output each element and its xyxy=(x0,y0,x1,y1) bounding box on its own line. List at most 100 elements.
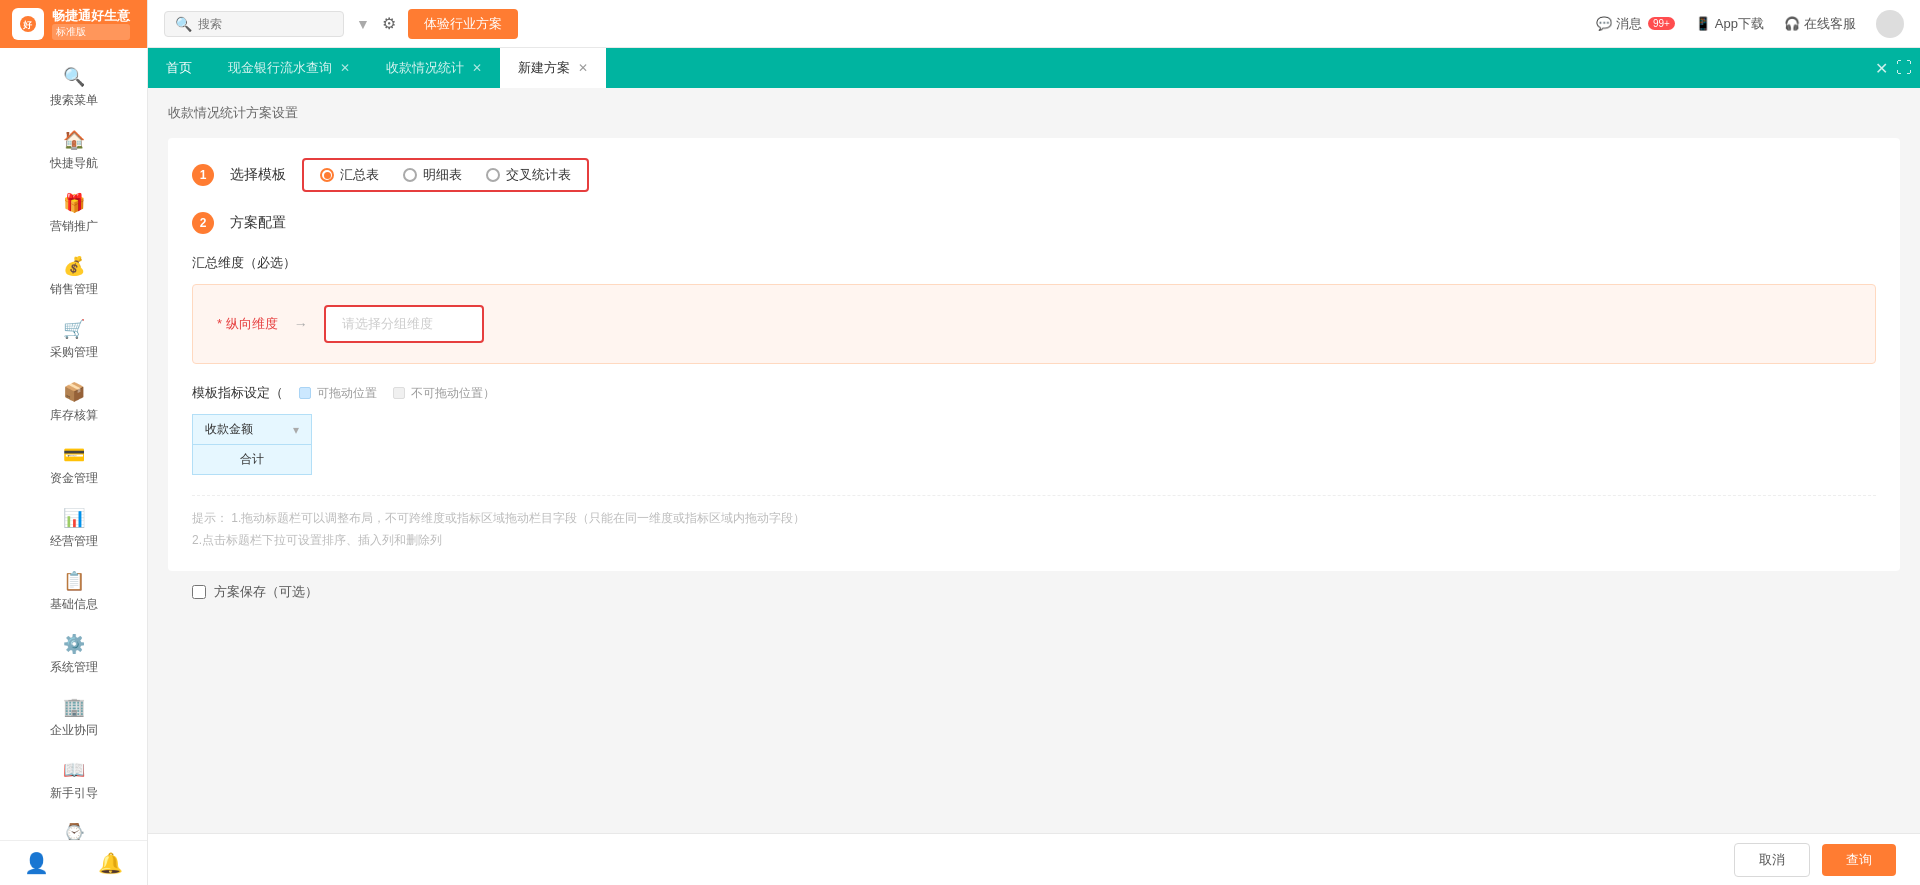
enterprise-icon: 🏢 xyxy=(63,696,85,718)
radio-cross-circle xyxy=(486,168,500,182)
radio-summary-label: 汇总表 xyxy=(340,166,379,184)
service-label: 在线客服 xyxy=(1804,15,1856,33)
sidebar-bottom-icon-right[interactable]: 🔔 xyxy=(98,851,123,875)
cancel-button[interactable]: 取消 xyxy=(1734,843,1810,877)
search-icon: 🔍 xyxy=(175,16,192,32)
user-avatar[interactable] xyxy=(1876,10,1904,38)
step1-badge: 1 xyxy=(192,164,214,186)
sidebar-item-label: 新手引导 xyxy=(50,785,98,802)
message-button[interactable]: 💬 消息 99+ xyxy=(1596,15,1675,33)
legend-draggable-label: 可拖动位置 xyxy=(317,385,377,402)
quick-nav-icon: 🏠 xyxy=(63,129,85,151)
sidebar-item-label: 资金管理 xyxy=(50,470,98,487)
save-plan-checkbox[interactable] xyxy=(192,585,206,599)
sidebar-item-enterprise[interactable]: 🏢 企业协同 xyxy=(0,686,147,749)
dimension-arrow-icon: → xyxy=(294,316,308,332)
radio-detail[interactable]: 明细表 xyxy=(403,166,462,184)
sidebar-item-system[interactable]: ⚙️ 系统管理 xyxy=(0,623,147,686)
sidebar-item-label: 系统管理 xyxy=(50,659,98,676)
tab-bank-flow-close[interactable]: ✕ xyxy=(340,61,350,75)
tab-home[interactable]: 首页 xyxy=(148,48,210,88)
tab-collection-stat-label: 收款情况统计 xyxy=(386,59,464,77)
sidebar-item-search-menu[interactable]: 🔍 搜索菜单 xyxy=(0,56,147,119)
vertical-dim-label: * 纵向维度 xyxy=(217,315,278,333)
topbar-right: 💬 消息 99+ 📱 App下载 🎧 在线客服 xyxy=(1596,10,1904,38)
indicator-config-label: 模板指标设定（ xyxy=(192,384,283,402)
dimension-select[interactable]: 请选择分组维度 xyxy=(324,305,484,343)
step1-label: 选择模板 xyxy=(230,166,286,184)
legend-draggable-dot xyxy=(299,387,311,399)
tips-section: 提示： 1.拖动标题栏可以调整布局，不可跨维度或指标区域拖动栏目字段（只能在同一… xyxy=(192,495,1876,551)
section-card: 1 选择模板 汇总表 明细表 交叉统计表 xyxy=(168,138,1900,571)
sidebar-item-finance[interactable]: 💳 资金管理 xyxy=(0,434,147,497)
radio-summary[interactable]: 汇总表 xyxy=(320,166,379,184)
tab-close-all-icon[interactable]: ✕ xyxy=(1875,59,1888,78)
sidebar-item-label: 经营管理 xyxy=(50,533,98,550)
sidebar-item-quick-nav[interactable]: 🏠 快捷导航 xyxy=(0,119,147,182)
sidebar-item-marketing[interactable]: 🎁 营销推广 xyxy=(0,182,147,245)
stat-group-header[interactable]: 收款金额 ▾ xyxy=(192,414,312,445)
sidebar-logo: 好 畅捷通好生意 标准版 xyxy=(0,0,147,48)
download-button[interactable]: 📱 App下载 xyxy=(1695,15,1764,33)
radio-cross[interactable]: 交叉统计表 xyxy=(486,166,571,184)
sidebar-bottom: 👤 🔔 xyxy=(0,840,147,885)
service-icon: 🎧 xyxy=(1784,16,1800,31)
indicator-section: 模板指标设定（ 可拖动位置 不可拖动位置） xyxy=(192,384,1876,475)
tab-collection-stat-close[interactable]: ✕ xyxy=(472,61,482,75)
tab-collection-stat[interactable]: 收款情况统计 ✕ xyxy=(368,48,500,88)
step2-label: 方案配置 xyxy=(230,214,286,232)
sidebar-item-sales[interactable]: 💰 销售管理 xyxy=(0,245,147,308)
logo-text: 畅捷通好生意 xyxy=(52,8,130,24)
sidebar-item-label: 搜索菜单 xyxy=(50,92,98,109)
tab-bank-flow[interactable]: 现金银行流水查询 ✕ xyxy=(210,48,368,88)
sidebar-item-label: 快捷导航 xyxy=(50,155,98,172)
legend-non-draggable: 不可拖动位置） xyxy=(393,385,495,402)
page-footer: 方案保存（可选） xyxy=(168,571,1900,613)
content-area: 收款情况统计方案设置 1 选择模板 汇总表 明细表 xyxy=(148,88,1920,833)
gear-icon[interactable]: ⚙ xyxy=(382,14,396,33)
stat-group-header-text: 收款金额 xyxy=(205,421,253,438)
tab-new-plan[interactable]: 新建方案 ✕ xyxy=(500,48,606,88)
sidebar-nav: 🔍 搜索菜单 🏠 快捷导航 🎁 营销推广 💰 销售管理 🛒 采购管理 📦 库存核… xyxy=(0,48,147,840)
search-input[interactable] xyxy=(198,17,318,31)
action-bar: 取消 查询 xyxy=(148,833,1920,885)
step2-badge: 2 xyxy=(192,212,214,234)
sidebar-bottom-icon-left[interactable]: 👤 xyxy=(24,851,49,875)
purchase-icon: 🛒 xyxy=(63,318,85,340)
message-icon: 💬 xyxy=(1596,16,1612,31)
sidebar-item-label: 企业协同 xyxy=(50,722,98,739)
service-button[interactable]: 🎧 在线客服 xyxy=(1784,15,1856,33)
step2-row: 2 方案配置 xyxy=(192,212,1876,234)
sidebar-item-guide[interactable]: 📖 新手引导 xyxy=(0,749,147,812)
radio-summary-circle xyxy=(320,168,334,182)
dimension-placeholder: 请选择分组维度 xyxy=(342,316,433,331)
page: 收款情况统计方案设置 1 选择模板 汇总表 明细表 xyxy=(148,88,1920,629)
topbar-search-box[interactable]: 🔍 xyxy=(164,11,344,37)
tab-new-plan-close[interactable]: ✕ xyxy=(578,61,588,75)
logo-icon: 好 xyxy=(12,8,44,40)
svg-text:好: 好 xyxy=(22,20,33,30)
sidebar-item-inventory[interactable]: 📦 库存核算 xyxy=(0,371,147,434)
message-badge: 99+ xyxy=(1648,17,1675,30)
trial-button[interactable]: 体验行业方案 xyxy=(408,9,518,39)
marketing-icon: 🎁 xyxy=(63,192,85,214)
legend-non-draggable-dot xyxy=(393,387,405,399)
smart-hw-icon: ⌚ xyxy=(63,822,85,840)
tip-1: 提示： 1.拖动标题栏可以调整布局，不可跨维度或指标区域拖动栏目字段（只能在同一… xyxy=(192,508,1876,530)
search-menu-icon: 🔍 xyxy=(63,66,85,88)
query-button[interactable]: 查询 xyxy=(1822,844,1896,876)
dimension-area: * 纵向维度 → 请选择分组维度 xyxy=(192,284,1876,364)
message-label: 消息 xyxy=(1616,15,1642,33)
operations-icon: 📊 xyxy=(63,507,85,529)
sidebar-item-purchase[interactable]: 🛒 采购管理 xyxy=(0,308,147,371)
sidebar-item-basic-info[interactable]: 📋 基础信息 xyxy=(0,560,147,623)
template-radio-group: 汇总表 明细表 交叉统计表 xyxy=(302,158,589,192)
sidebar-item-operations[interactable]: 📊 经营管理 xyxy=(0,497,147,560)
legend-non-draggable-label: 不可拖动位置） xyxy=(411,385,495,402)
sidebar-item-smart-hw[interactable]: ⌚ 智能硬件 xyxy=(0,812,147,840)
stat-indicators: 收款金额 ▾ 合计 xyxy=(192,414,1876,475)
dimension-title: 汇总维度（必选） xyxy=(192,254,1876,272)
dropdown-icon[interactable]: ▼ xyxy=(356,16,370,32)
sales-icon: 💰 xyxy=(63,255,85,277)
tab-expand-icon[interactable]: ⛶ xyxy=(1896,59,1912,77)
